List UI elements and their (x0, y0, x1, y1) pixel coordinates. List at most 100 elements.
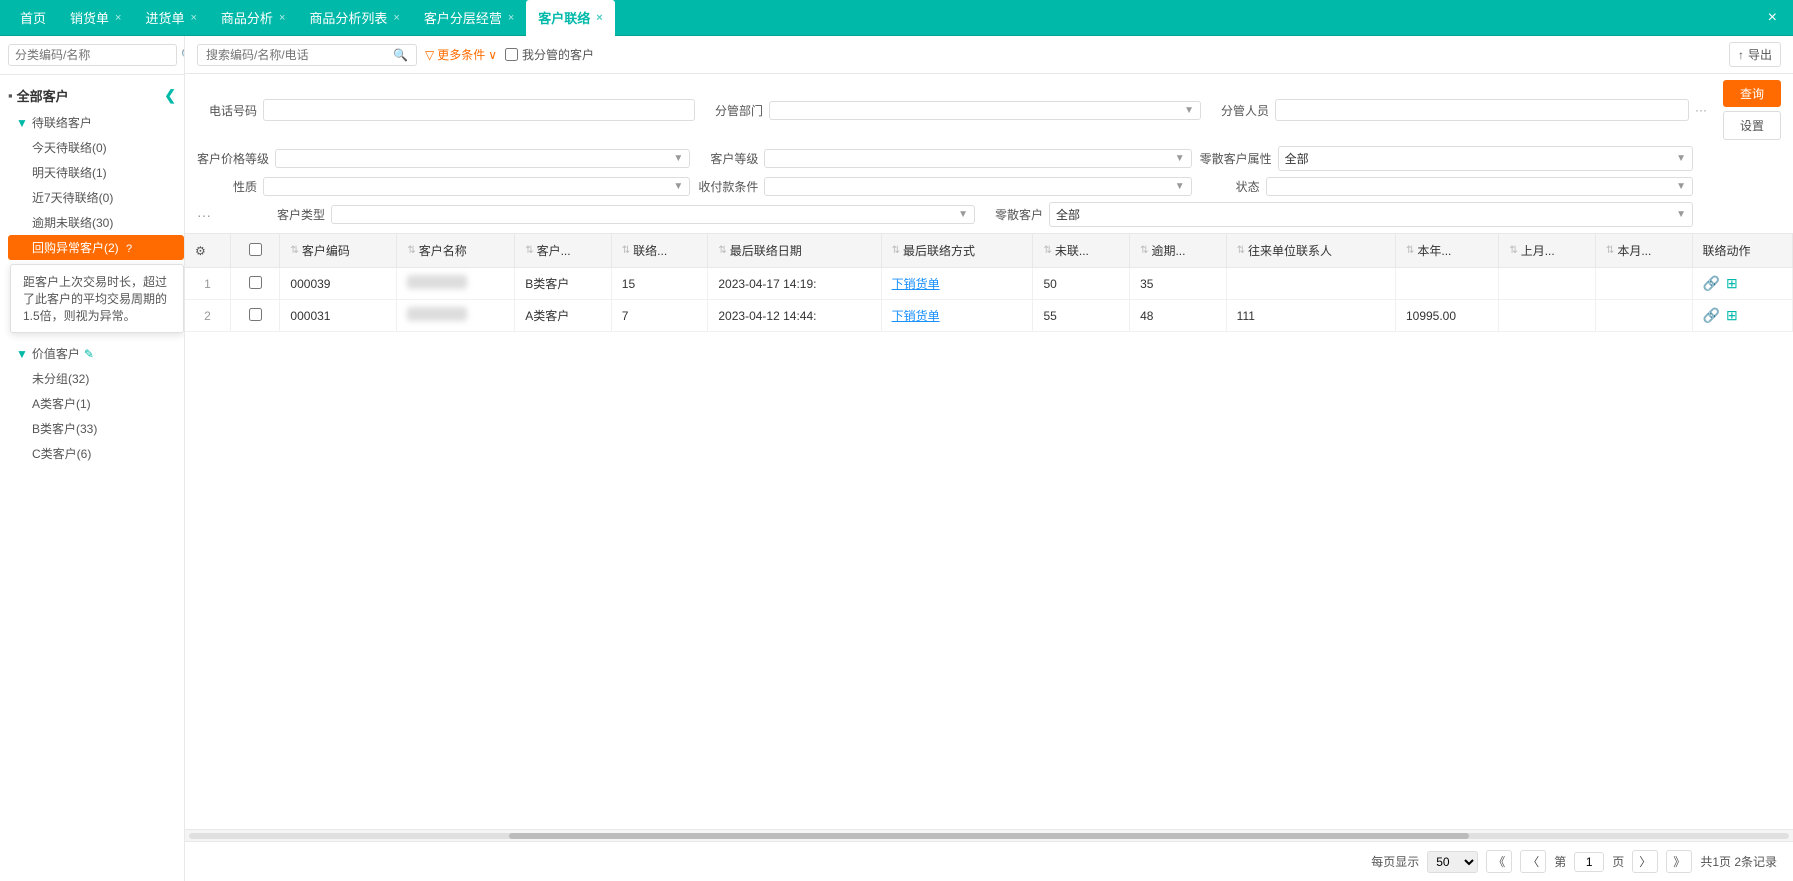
sidebar-section2-header[interactable]: ▼ 价值客户 ✎ (8, 341, 184, 366)
row-actions: 🔗 ⊞ (1692, 300, 1792, 332)
sidebar-edit-icon[interactable]: ✎ (84, 347, 94, 361)
row-checkbox-cell[interactable] (230, 268, 279, 300)
col-settings[interactable]: ⚙ (185, 234, 230, 268)
tab-close-icon[interactable]: × (508, 12, 514, 24)
sidebar-section1-header[interactable]: ▼ 待联络客户 (8, 110, 184, 135)
col-customer-name[interactable]: ⇅客户名称 (397, 234, 515, 268)
nav-tab-客户联络[interactable]: 客户联络× (526, 0, 614, 36)
filter-customer-grade-select[interactable]: ▼ (764, 149, 1191, 168)
page-prev-btn[interactable]: 〈 (1520, 850, 1546, 873)
row-checkbox[interactable] (249, 276, 262, 289)
col-code-label: 客户编码 (302, 242, 350, 259)
col-customer-code[interactable]: ⇅客户编码 (280, 234, 397, 268)
page-first-btn[interactable]: 《 (1486, 850, 1512, 873)
row-checkbox[interactable] (249, 308, 262, 321)
filter-customer-type-select[interactable]: ▼ (331, 205, 975, 224)
sidebar-item-b-class[interactable]: B类客户(33) (8, 416, 184, 441)
page-next-btn[interactable]: 〉 (1632, 850, 1658, 873)
row-grid-icon[interactable]: ⊞ (1726, 307, 1738, 324)
tab-close-icon[interactable]: × (115, 12, 121, 24)
filter-phone-input[interactable] (263, 99, 695, 121)
filter-nature-select[interactable]: ▼ (263, 177, 690, 196)
row-last-contact-method[interactable]: 下销货单 (881, 300, 1033, 332)
row-link-icon[interactable]: 🔗 (1703, 275, 1720, 292)
col-unlisted[interactable]: ⇅未联... (1033, 234, 1130, 268)
filter-label-customer-type: 客户类型 (265, 206, 325, 223)
my-customers-checkbox-wrap[interactable]: 我分管的客户 (505, 46, 594, 63)
page-input[interactable] (1574, 852, 1604, 872)
col-last-contact-method[interactable]: ⇅最后联络方式 (881, 234, 1033, 268)
tab-close-icon[interactable]: × (393, 12, 399, 24)
nav-tab-销货单[interactable]: 销货单× (58, 0, 133, 36)
filter-label-nature: 性质 (197, 178, 257, 195)
page-last-btn[interactable]: 》 (1666, 850, 1692, 873)
sidebar-search-input[interactable] (8, 44, 177, 66)
h-scroll-track[interactable] (189, 833, 1789, 839)
nav-tab-商品分析列表[interactable]: 商品分析列表× (297, 0, 411, 36)
filter-rows: 电话号码 分管部门 ▼ 分管人员 ··· 查询 设置 (185, 74, 1793, 234)
settings-col-icon[interactable]: ⚙ (195, 244, 206, 258)
col-customer-type[interactable]: ⇅客户... (515, 234, 612, 268)
col-this-month[interactable]: ⇅本月... (1595, 234, 1692, 268)
col-last-contact-date[interactable]: ⇅最后联络日期 (708, 234, 881, 268)
filter-manager-input[interactable] (1275, 99, 1689, 121)
sidebar-item-c-class[interactable]: C类客户(6) (8, 441, 184, 466)
sidebar-search-icon[interactable]: 🔍 (181, 48, 185, 62)
filter-nature-arrow: ▼ (673, 181, 683, 192)
h-scroll-bar[interactable] (185, 829, 1793, 841)
filter-manager-dots[interactable]: ··· (1695, 103, 1707, 117)
filter-retail-attr-select[interactable]: 全部 ▼ (1278, 146, 1693, 171)
search-input[interactable] (206, 48, 393, 62)
col-unit-contact[interactable]: ⇅往来单位联系人 (1226, 234, 1395, 268)
col-contact-label: 联络... (633, 242, 667, 259)
col-type-label: 客户... (537, 242, 571, 259)
sidebar-item-repurchase-abnormal[interactable]: 回购异常客户(2) ? (8, 235, 184, 260)
row-name (397, 268, 515, 300)
tab-close-icon[interactable]: × (596, 12, 602, 24)
window-close-btn[interactable]: × (1760, 9, 1785, 27)
col-contact-count[interactable]: ⇅联络... (611, 234, 708, 268)
sidebar-collapse-btn[interactable]: ❮ (164, 87, 176, 104)
sidebar-item-overdue[interactable]: 逾期未联络(30) (8, 210, 184, 235)
row-checkbox-cell[interactable] (230, 300, 279, 332)
filter-dept-select[interactable]: ▼ (769, 101, 1201, 120)
sidebar-root[interactable]: ▪ 全部客户 ❮ (0, 81, 184, 110)
sidebar-item-7days[interactable]: 近7天待联络(0) (8, 185, 184, 210)
sidebar-item-tomorrow[interactable]: 明天待联络(1) (8, 160, 184, 185)
filter-retail-customer-select[interactable]: 全部 ▼ (1049, 202, 1693, 227)
filter-retail-customer-arrow: ▼ (1676, 209, 1686, 220)
row-last-contact-date: 2023-04-12 14:44: (708, 300, 881, 332)
filter-status-select[interactable]: ▼ (1266, 177, 1693, 196)
select-all-checkbox[interactable] (249, 243, 262, 256)
sidebar-item-a-class[interactable]: A类客户(1) (8, 391, 184, 416)
filter-price-grade-select[interactable]: ▼ (275, 149, 690, 168)
col-overdue[interactable]: ⇅逾期... (1130, 234, 1227, 268)
sidebar-item-today[interactable]: 今天待联络(0) (8, 135, 184, 160)
filter-payment-select[interactable]: ▼ (764, 177, 1191, 196)
row-grid-icon[interactable]: ⊞ (1726, 275, 1738, 292)
nav-tab-商品分析[interactable]: 商品分析× (209, 0, 297, 36)
nav-tab-首页[interactable]: 首页 (8, 0, 58, 36)
export-label: 导出 (1748, 46, 1772, 63)
tab-close-icon[interactable]: × (190, 12, 196, 24)
more-conditions-btn[interactable]: ▽ 更多条件 ∨ (425, 46, 497, 63)
tab-close-icon[interactable]: × (279, 12, 285, 24)
settings-button[interactable]: 设置 (1723, 111, 1781, 140)
col-last-month[interactable]: ⇅上月... (1499, 234, 1596, 268)
search-input-wrap: 🔍 (197, 44, 417, 66)
sidebar-item-ungroup[interactable]: 未分组(32) (8, 366, 184, 391)
table-row: 1 000039 B类客户 15 2023-04-17 14:19: 下销货单 … (185, 268, 1793, 300)
h-scroll-thumb[interactable] (509, 833, 1469, 839)
per-page-select[interactable]: 50 20 100 (1427, 851, 1478, 873)
nav-tab-进货单[interactable]: 进货单× (133, 0, 208, 36)
col-year-label: 本年... (1417, 242, 1451, 259)
export-btn[interactable]: ↑ 导出 (1729, 42, 1781, 67)
col-this-year[interactable]: ⇅本年... (1395, 234, 1498, 268)
search-icon[interactable]: 🔍 (393, 48, 408, 62)
row-link-icon[interactable]: 🔗 (1703, 307, 1720, 324)
my-customers-checkbox[interactable] (505, 48, 518, 61)
query-button[interactable]: 查询 (1723, 80, 1781, 107)
filter-dots-label[interactable]: ··· (197, 207, 211, 223)
nav-tab-客户分层经营[interactable]: 客户分层经营× (412, 0, 526, 36)
row-last-contact-method[interactable]: 下销货单 (881, 268, 1033, 300)
